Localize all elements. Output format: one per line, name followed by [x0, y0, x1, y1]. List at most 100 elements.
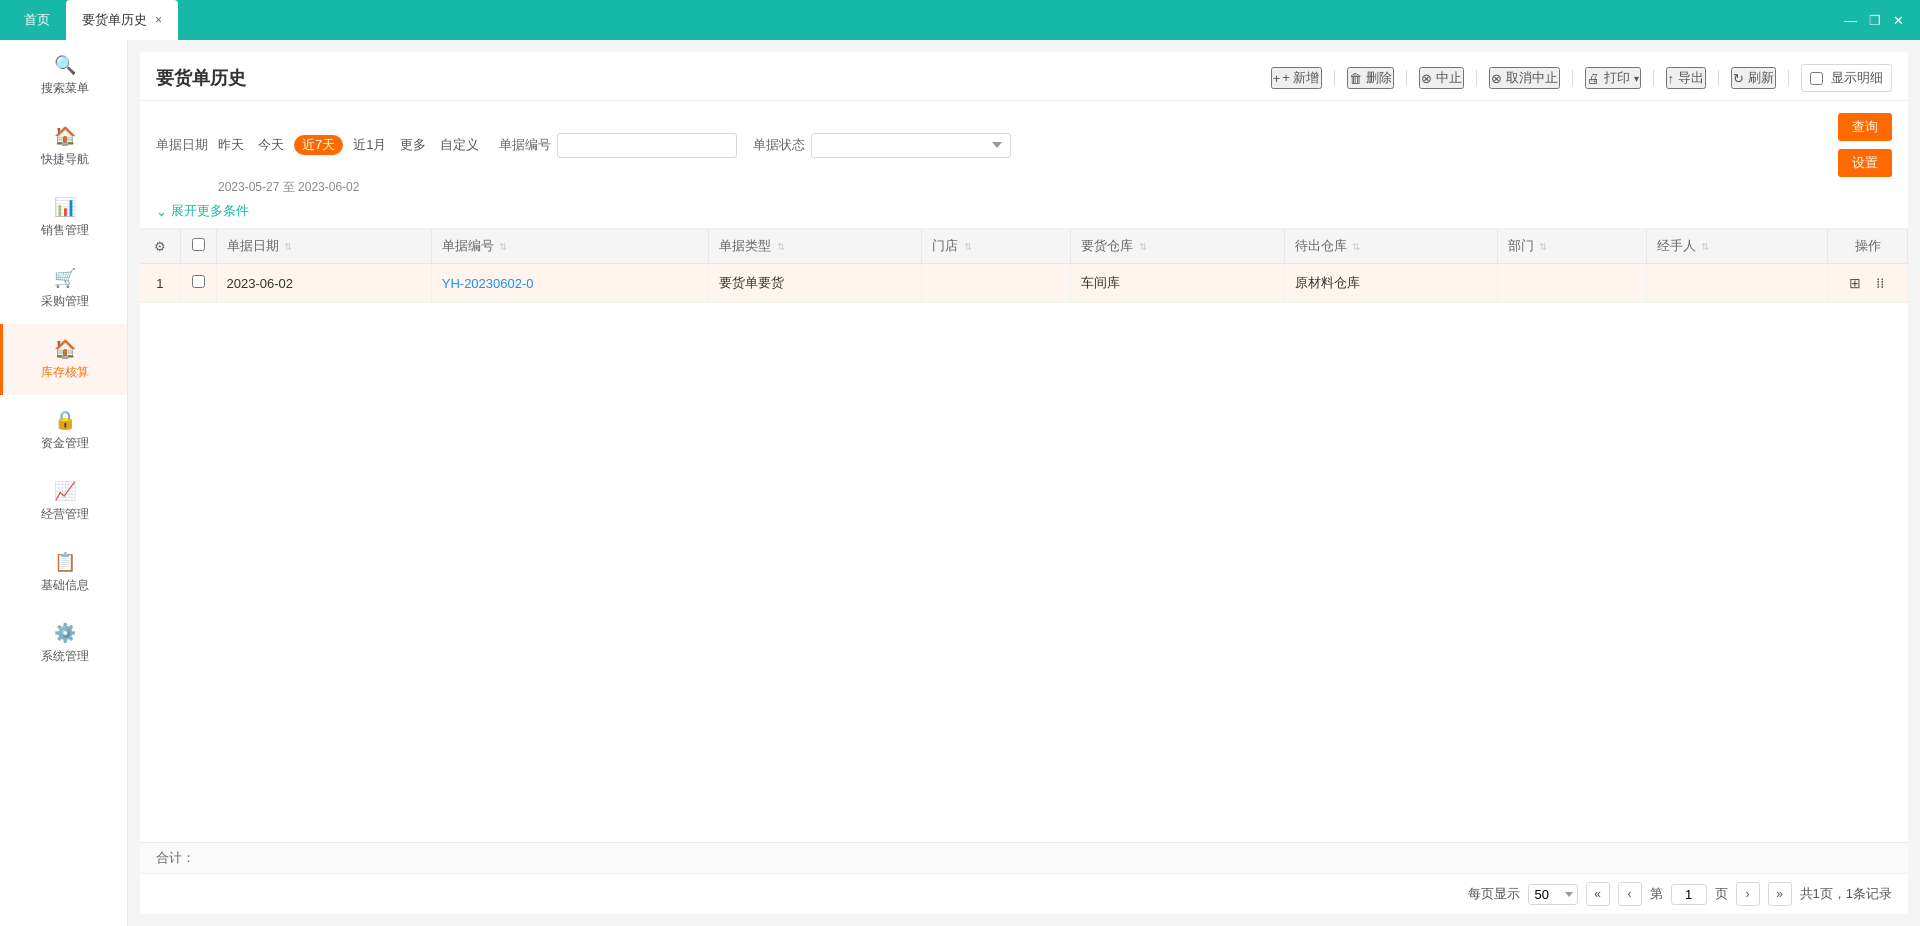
export-button[interactable]: ↑ 导出 [1666, 67, 1707, 89]
doc-no-label: 单据编号 [499, 136, 551, 154]
doc-no-link[interactable]: YH-20230602-0 [442, 276, 534, 291]
col-date: 单据日期 ⇅ [216, 229, 431, 264]
refresh-button[interactable]: ↻ 刷新 [1731, 67, 1776, 89]
sidebar-item-sales[interactable]: 📊 销售管理 [0, 182, 127, 253]
view-op-btn[interactable]: ⊞ [1844, 272, 1866, 294]
query-button[interactable]: 查询 [1838, 113, 1892, 141]
more-op-btn[interactable]: ⁞⁞ [1869, 272, 1891, 294]
table-header-row: ⚙ 单据日期 ⇅ 单据编号 ⇅ [140, 229, 1908, 264]
finance-icon: 🔒 [54, 409, 76, 431]
print-icon: 🖨 [1587, 71, 1600, 86]
sort-dept-icon[interactable]: ⇅ [1539, 241, 1547, 252]
page-number-input[interactable] [1671, 884, 1707, 905]
prev-page-btn[interactable]: ‹ [1618, 882, 1642, 906]
doc-no-input[interactable] [557, 133, 737, 158]
close-tab-icon[interactable]: × [155, 13, 162, 27]
row-to-warehouse: 原材料仓库 [1284, 264, 1497, 303]
sales-icon: 📊 [54, 196, 76, 218]
date-range-text: 2023-05-27 至 2023-06-02 [218, 179, 1892, 196]
first-page-btn[interactable]: « [1586, 882, 1610, 906]
delete-button[interactable]: 🗑 删除 [1347, 67, 1394, 89]
next-page-btn[interactable]: › [1736, 882, 1760, 906]
basic-info-icon: 📋 [54, 551, 76, 573]
row-handler [1646, 264, 1827, 303]
date-1month[interactable]: 近1月 [349, 135, 390, 155]
date-custom[interactable]: 自定义 [436, 135, 483, 155]
show-detail-checkbox[interactable] [1810, 72, 1823, 85]
status-select[interactable] [811, 133, 1011, 158]
row-checkbox[interactable] [192, 275, 205, 288]
divider7 [1788, 70, 1789, 86]
divider [1334, 70, 1335, 86]
settings-button[interactable]: 设置 [1838, 149, 1892, 177]
table-footer: 合计： [140, 842, 1908, 873]
col-doc-no: 单据编号 ⇅ [431, 229, 708, 264]
plus-icon: + [1273, 71, 1281, 86]
sidebar-item-management[interactable]: 📈 经营管理 [0, 466, 127, 537]
date-yesterday[interactable]: 昨天 [214, 135, 248, 155]
date-7days[interactable]: 近7天 [294, 135, 343, 155]
col-department: 部门 ⇅ [1497, 229, 1646, 264]
sidebar-item-quick-nav[interactable]: 🏠 快捷导航 [0, 111, 127, 182]
content-area: 要货单历史 + + 新增 🗑 删除 ⊗ 中止 [128, 40, 1920, 926]
sort-store-icon[interactable]: ⇅ [964, 241, 972, 252]
doc-no-filter: 单据编号 [499, 133, 737, 158]
pagination-area: 每页显示 50 10 20 100 « ‹ 第 页 › » 共1页，1条记录 [140, 873, 1908, 914]
purchase-icon: 🛒 [54, 267, 76, 289]
tab-home[interactable]: 首页 [8, 0, 66, 40]
last-page-btn[interactable]: » [1768, 882, 1792, 906]
sidebar-item-basic-info[interactable]: 📋 基础信息 [0, 537, 127, 608]
date-more[interactable]: 更多 [396, 135, 430, 155]
inventory-icon: 🏠 [54, 338, 76, 360]
sort-docno-icon[interactable]: ⇅ [499, 241, 507, 252]
row-department [1497, 264, 1646, 303]
stop-button[interactable]: ⊗ 中止 [1419, 67, 1464, 89]
sort-fromwh-icon[interactable]: ⇅ [1139, 241, 1147, 252]
col-checkbox [180, 229, 216, 264]
sidebar-item-inventory[interactable]: 🏠 库存核算 [0, 324, 127, 395]
table-row[interactable]: 1 2023-06-02 YH-20230602-0 要货单要货 车间库 [140, 264, 1908, 303]
page-size-label: 每页显示 [1468, 885, 1520, 903]
minimize-btn[interactable]: — [1844, 13, 1857, 28]
tab-bar: 首页 要货单历史 × [8, 0, 1844, 40]
sort-doctype-icon[interactable]: ⇅ [777, 241, 785, 252]
divider2 [1406, 70, 1407, 86]
col-store: 门店 ⇅ [922, 229, 1071, 264]
select-all-checkbox[interactable] [192, 238, 205, 251]
close-btn[interactable]: ✕ [1893, 13, 1904, 28]
status-label: 单据状态 [753, 136, 805, 154]
cancel-stop-button[interactable]: ⊗ 取消中止 [1489, 67, 1560, 89]
new-button[interactable]: + + 新增 [1271, 67, 1322, 89]
sidebar-item-search[interactable]: 🔍 搜索菜单 [0, 40, 127, 111]
export-icon: ↑ [1668, 71, 1675, 86]
page-header: 要货单历史 + + 新增 🗑 删除 ⊗ 中止 [140, 52, 1908, 101]
toolbar: + + 新增 🗑 删除 ⊗ 中止 ⊗ [1271, 64, 1892, 92]
table-area: ⚙ 单据日期 ⇅ 单据编号 ⇅ [140, 229, 1908, 842]
show-detail-toggle[interactable]: 显示明细 [1801, 64, 1892, 92]
main-layout: 🔍 搜索菜单 🏠 快捷导航 📊 销售管理 🛒 采购管理 🏠 库存核算 🔒 资金管… [0, 40, 1920, 926]
window-controls: — ❐ ✕ [1844, 13, 1920, 28]
page-size-select[interactable]: 50 10 20 100 [1528, 884, 1578, 905]
status-filter: 单据状态 [753, 133, 1011, 158]
row-date: 2023-06-02 [216, 264, 431, 303]
expand-more-btn[interactable]: ⌄ 展开更多条件 [156, 202, 1892, 220]
restore-btn[interactable]: ❐ [1869, 13, 1881, 28]
sort-towh-icon[interactable]: ⇅ [1352, 241, 1360, 252]
date-today[interactable]: 今天 [254, 135, 288, 155]
row-ops: ⊞ ⁞⁞ [1828, 264, 1908, 303]
sidebar-item-finance[interactable]: 🔒 资金管理 [0, 395, 127, 466]
print-button[interactable]: 🖨 打印 ▾ [1585, 67, 1641, 89]
row-from-warehouse: 车间库 [1071, 264, 1284, 303]
sidebar-item-purchase[interactable]: 🛒 采购管理 [0, 253, 127, 324]
top-bar: 首页 要货单历史 × — ❐ ✕ [0, 0, 1920, 40]
sort-date-icon[interactable]: ⇅ [284, 241, 292, 252]
tab-purchase-history[interactable]: 要货单历史 × [66, 0, 178, 40]
cancel-stop-icon: ⊗ [1491, 71, 1502, 86]
row-doc-no[interactable]: YH-20230602-0 [431, 264, 708, 303]
settings-col-icon[interactable]: ⚙ [154, 239, 166, 254]
divider6 [1718, 70, 1719, 86]
sidebar-item-system[interactable]: ⚙️ 系统管理 [0, 608, 127, 679]
sort-handler-icon[interactable]: ⇅ [1701, 241, 1709, 252]
row-index: 1 [140, 264, 180, 303]
date-filter-label: 单据日期 [156, 136, 208, 154]
